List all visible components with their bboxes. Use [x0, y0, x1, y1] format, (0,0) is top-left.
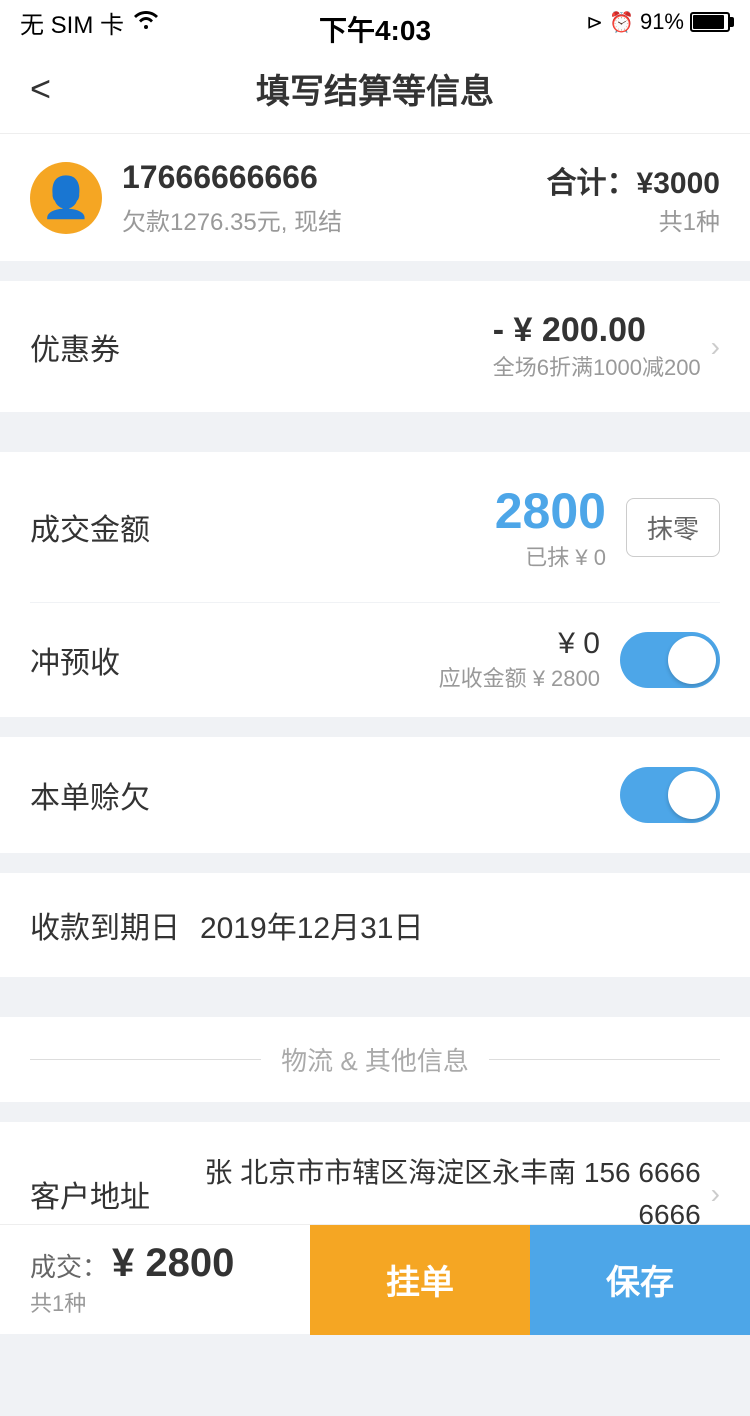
bottom-deal-label: 成交： — [30, 1247, 108, 1284]
logistics-header: 物流 & 其他信息 — [0, 1017, 750, 1102]
coupon-row[interactable]: 优惠券 - ¥ 200.00 全场6折满1000减200 › — [0, 281, 750, 412]
logistics-text: 物流 & 其他信息 — [281, 1041, 469, 1078]
chong-row: 冲预收 ¥ 0 应收金额 ¥ 2800 — [0, 603, 750, 717]
coupon-desc: 全场6折满1000减200 — [493, 350, 701, 382]
total-count: 共1种 — [547, 202, 720, 237]
coupon-right: - ¥ 200.00 全场6折满1000减200 › — [493, 311, 720, 382]
status-time: 下午4:03 — [319, 9, 431, 49]
nav-bar: < 填写结算等信息 — [0, 44, 750, 134]
wifi-icon — [132, 8, 160, 36]
overdue-toggle[interactable] — [620, 767, 720, 823]
customer-left: 👤 17666666666 欠款1276.35元, 现结 — [30, 159, 342, 237]
hang-button[interactable]: 挂单 — [310, 1225, 530, 1335]
coupon-amount-block: - ¥ 200.00 全场6折满1000减200 — [493, 311, 701, 382]
battery-percent: 91% — [640, 9, 684, 35]
coupon-amount: - ¥ 200.00 — [493, 311, 701, 350]
customer-sub: 欠款1276.35元, 现结 — [122, 202, 342, 237]
chong-amount: ¥ 0 — [439, 627, 600, 661]
avatar: 👤 — [30, 162, 102, 234]
sim-label: 无 SIM 卡 — [20, 5, 124, 40]
address-label: 客户地址 — [30, 1172, 150, 1216]
chong-amounts: ¥ 0 应收金额 ¥ 2800 — [439, 627, 600, 693]
deal-sub: 已抹 ¥ 0 — [495, 540, 606, 572]
alarm-icon: ⏰ — [609, 10, 634, 35]
toggle-circle — [668, 636, 716, 684]
bottom-deal-amount: ¥ 2800 — [112, 1241, 234, 1286]
bottom-bar: 成交： ¥ 2800 共1种 挂单 保存 — [0, 1224, 750, 1334]
logistics-section: 物流 & 其他信息 — [0, 1017, 750, 1102]
chong-right: ¥ 0 应收金额 ¥ 2800 — [439, 627, 720, 693]
address-chevron-icon: › — [711, 1178, 720, 1210]
overdue-section: 本单赊欠 — [0, 737, 750, 853]
location-icon: ⊳ — [586, 10, 603, 35]
round-button[interactable]: 抹零 — [626, 498, 720, 557]
battery-icon — [690, 12, 730, 32]
logistics-line-left — [30, 1059, 261, 1060]
chong-label: 冲预收 — [30, 638, 120, 682]
deal-amount: 2800 — [495, 483, 606, 539]
back-button[interactable]: < — [30, 68, 51, 110]
coupon-section: 优惠券 - ¥ 200.00 全场6折满1000减200 › — [0, 281, 750, 412]
customer-phone: 17666666666 — [122, 159, 342, 196]
chong-toggle[interactable] — [620, 632, 720, 688]
bottom-left: 成交： ¥ 2800 共1种 — [0, 1241, 310, 1318]
overdue-label: 本单赊欠 — [30, 773, 150, 817]
overdue-toggle-circle — [668, 771, 716, 819]
gray-gap-3 — [0, 997, 750, 1017]
bottom-deal-row: 成交： ¥ 2800 — [30, 1241, 280, 1286]
customer-info: 17666666666 欠款1276.35元, 现结 — [122, 159, 342, 237]
gray-gap-1 — [0, 432, 750, 452]
page-title: 填写结算等信息 — [256, 64, 494, 113]
due-date-value: 2019年12月31日 — [200, 903, 423, 947]
due-date-label: 收款到期日 — [30, 903, 180, 947]
avatar-icon: 👤 — [41, 174, 91, 221]
save-button[interactable]: 保存 — [530, 1225, 750, 1335]
coupon-label: 优惠券 — [30, 325, 120, 369]
customer-right: 合计：¥3000 共1种 — [547, 158, 720, 237]
customer-section: 👤 17666666666 欠款1276.35元, 现结 合计：¥3000 共1… — [0, 134, 750, 261]
gray-gap-2 — [0, 717, 750, 737]
status-right: ⊳ ⏰ 91% — [586, 9, 730, 35]
deal-label: 成交金额 — [30, 505, 150, 549]
deal-amount-block: 2800 已抹 ¥ 0 — [495, 482, 606, 572]
status-left: 无 SIM 卡 — [20, 5, 160, 40]
overdue-row: 本单赊欠 — [0, 737, 750, 853]
chong-sub: 应收金额 ¥ 2800 — [439, 661, 600, 693]
logistics-line-right — [489, 1059, 720, 1060]
bottom-count: 共1种 — [30, 1286, 280, 1318]
due-date-section: 收款到期日 2019年12月31日 — [0, 873, 750, 977]
deal-section: 成交金额 2800 已抹 ¥ 0 抹零 冲预收 ¥ 0 应收金额 ¥ 2800 — [0, 452, 750, 717]
customer-row: 👤 17666666666 欠款1276.35元, 现结 合计：¥3000 共1… — [0, 134, 750, 261]
chevron-right-icon: › — [711, 331, 720, 363]
deal-row: 成交金额 2800 已抹 ¥ 0 抹零 — [0, 452, 750, 602]
status-bar: 无 SIM 卡 下午4:03 ⊳ ⏰ 91% — [0, 0, 750, 44]
total-amount: 合计：¥3000 — [547, 158, 720, 202]
deal-right: 2800 已抹 ¥ 0 抹零 — [495, 482, 720, 572]
